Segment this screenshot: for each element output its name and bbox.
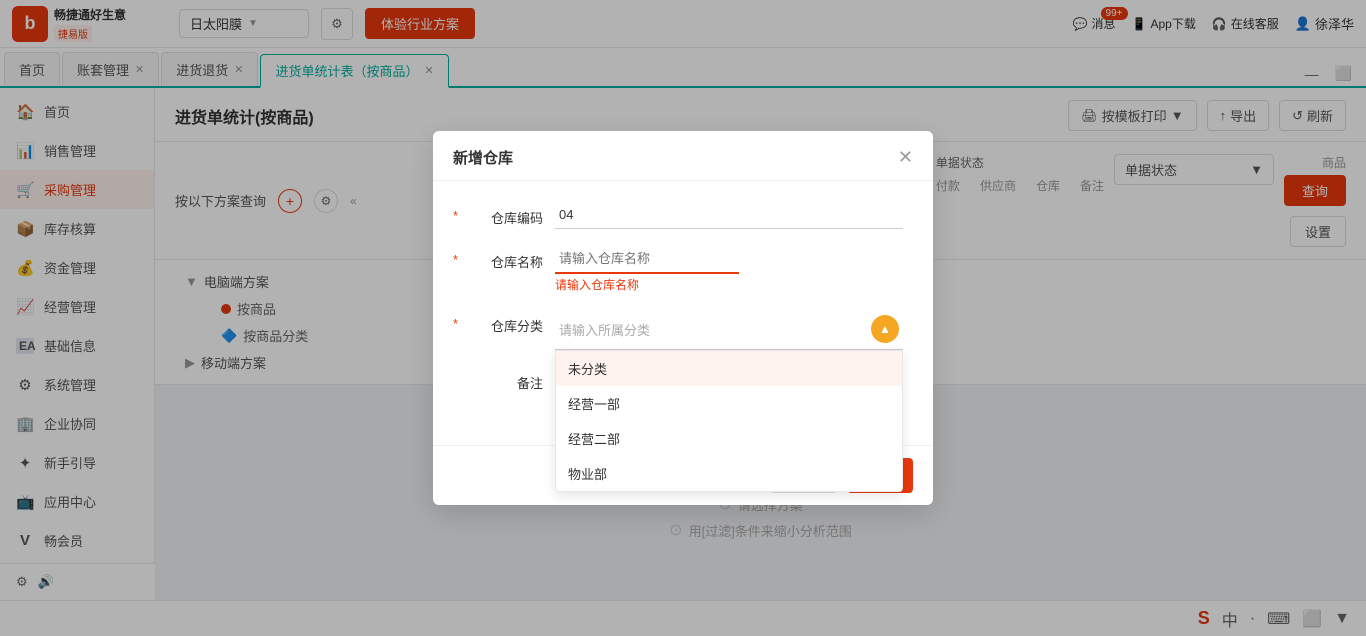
modal-title: 新增仓库: [453, 147, 513, 168]
name-error-msg: 请输入仓库名称: [555, 276, 903, 293]
category-label: 仓库分类: [463, 309, 543, 335]
modal-close-button[interactable]: ✕: [898, 147, 913, 168]
category-dropdown[interactable]: 请输入所属分类 ▲: [555, 309, 903, 350]
form-row-name: 仓库名称 请输入仓库名称: [463, 245, 903, 293]
dropdown-item-dept1[interactable]: 经营一部: [556, 386, 902, 421]
code-label: 仓库编码: [463, 201, 543, 227]
new-warehouse-modal: 新增仓库 ✕ 仓库编码 仓库名称 请输入仓库名称 仓库分类 请输入所属分类 ▲: [433, 131, 933, 505]
form-row-code: 仓库编码: [463, 201, 903, 229]
modal-header: 新增仓库 ✕: [433, 131, 933, 181]
note-label: 备注: [463, 366, 543, 392]
name-input[interactable]: [555, 245, 739, 274]
category-field-wrap: 请输入所属分类 ▲ 未分类 经营一部 经营二部 物业部: [555, 309, 903, 350]
code-input[interactable]: [555, 201, 903, 229]
dropdown-item-none[interactable]: 未分类: [556, 351, 902, 386]
modal-body: 仓库编码 仓库名称 请输入仓库名称 仓库分类 请输入所属分类 ▲ 未分类: [433, 181, 933, 445]
category-dropdown-list: 未分类 经营一部 经营二部 物业部: [555, 350, 903, 492]
dropdown-item-dept2[interactable]: 经营二部: [556, 421, 902, 456]
name-label: 仓库名称: [463, 245, 543, 271]
name-field-wrap: 请输入仓库名称: [555, 245, 903, 293]
category-up-arrow-icon: ▲: [871, 315, 899, 343]
dropdown-item-property[interactable]: 物业部: [556, 456, 902, 491]
category-placeholder: 请输入所属分类: [559, 320, 650, 339]
form-row-category: 仓库分类 请输入所属分类 ▲ 未分类 经营一部 经营二部 物业部: [463, 309, 903, 350]
